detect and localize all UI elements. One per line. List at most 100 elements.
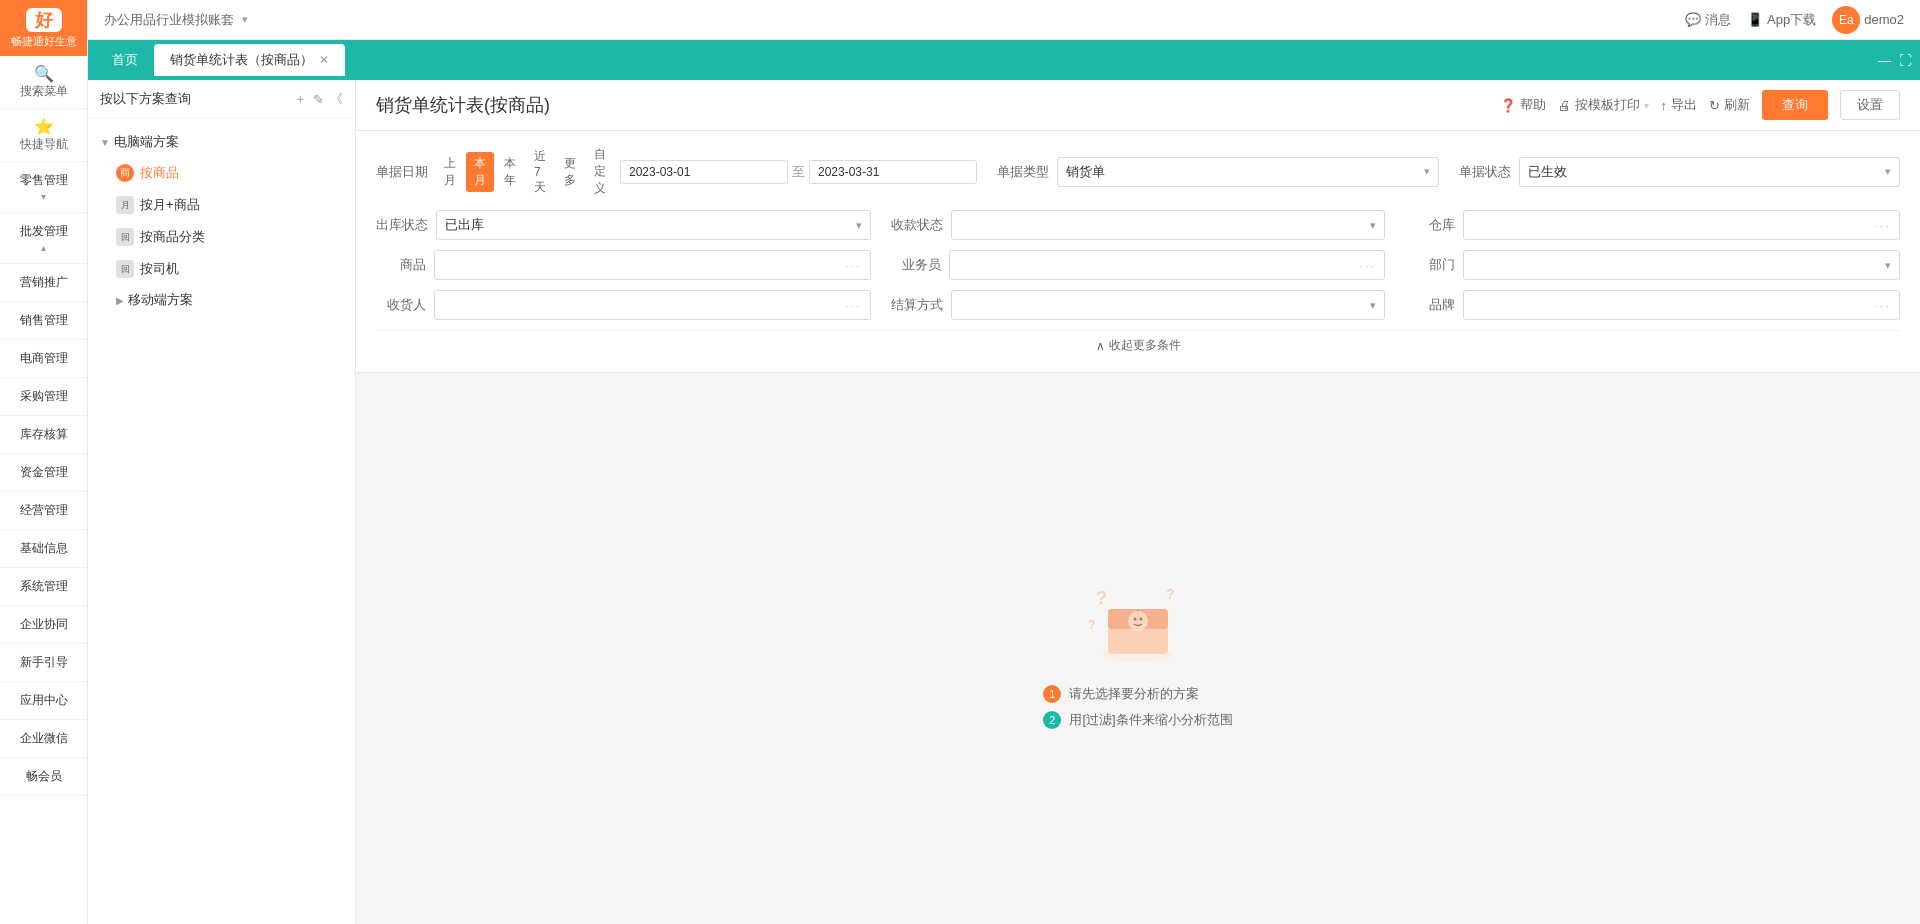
- date-tab-7days[interactable]: 近7天: [526, 145, 554, 199]
- sidebar-item-inventory[interactable]: 库存核算: [0, 416, 87, 454]
- filter-dept-field: 部门 ▾: [1405, 250, 1900, 280]
- status-control[interactable]: 已生效 ▾: [1519, 157, 1901, 187]
- template-print-btn[interactable]: 🖨 按模板打印 ▾: [1558, 96, 1649, 114]
- sidebar-item-ecommerce[interactable]: 电商管理: [0, 340, 87, 378]
- message-btn[interactable]: 💬 消息: [1685, 11, 1731, 29]
- sidebar-item-basic-info[interactable]: 基础信息: [0, 530, 87, 568]
- empty-state: ? ? ? 1 请先选择要分析的方案 2 用[过滤]条件来缩小分析范围: [356, 373, 1920, 924]
- receiver-dots: ···: [845, 298, 862, 313]
- header-right: 💬 消息 📱 App下载 Ea demo2: [1685, 6, 1904, 34]
- svg-text:?: ?: [1166, 586, 1175, 602]
- receiver-control[interactable]: ···: [434, 290, 871, 320]
- help-btn[interactable]: ❓ 帮助: [1500, 96, 1546, 114]
- tab-close-icon[interactable]: ✕: [319, 53, 329, 67]
- stock-control[interactable]: 已出库 ▾: [436, 210, 871, 240]
- goods-icon: 商: [116, 164, 134, 182]
- app-download-btn[interactable]: 📱 App下载: [1747, 11, 1816, 29]
- phone-icon: 📱: [1747, 12, 1763, 27]
- tab-home[interactable]: 首页: [96, 44, 154, 76]
- edit-icon[interactable]: ✎: [313, 92, 324, 107]
- filter-warehouse-field: 仓库 ···: [1405, 210, 1900, 240]
- date-tab-more[interactable]: 更多: [556, 152, 584, 192]
- filter-receipt-field: 收款状态 ▾: [891, 210, 1386, 240]
- search-menu-item[interactable]: 🔍 搜索菜单: [0, 56, 87, 109]
- goods-control[interactable]: ···: [434, 250, 871, 280]
- tab-bar-actions: — ⛶: [1878, 53, 1920, 68]
- query-button[interactable]: 查询: [1762, 90, 1828, 120]
- sidebar-item-marketing[interactable]: 营销推广: [0, 264, 87, 302]
- minimize-icon[interactable]: —: [1878, 53, 1891, 68]
- month-icon: 月: [116, 196, 134, 214]
- date-range-control: 上月 本月 本年 近7天 更多 自定义 至: [436, 143, 977, 200]
- message-icon: 💬: [1685, 12, 1701, 27]
- user-btn[interactable]: Ea demo2: [1832, 6, 1904, 34]
- sidebar-item-sales[interactable]: 销售管理: [0, 302, 87, 340]
- warehouse-dots: ···: [1874, 218, 1891, 233]
- brand-label: 品牌: [1405, 296, 1455, 314]
- content-area: 按以下方案查询 ＋ ✎ 《 ▼ 电脑端方案 商 按商品: [88, 80, 1920, 924]
- quick-nav-item[interactable]: ⭐ 快捷导航: [0, 109, 87, 162]
- sidebar-item-system[interactable]: 系统管理: [0, 568, 87, 606]
- sidebar-item-enterprise[interactable]: 企业协同: [0, 606, 87, 644]
- tree-group-computer: ▼ 电脑端方案 商 按商品 月 按月+商品 回 按商品分类: [88, 127, 355, 285]
- svg-text:?: ?: [1088, 618, 1095, 632]
- receiver-label: 收货人: [376, 296, 426, 314]
- sidebar-item-purchase[interactable]: 采购管理: [0, 378, 87, 416]
- avatar: Ea: [1832, 6, 1860, 34]
- brand-control[interactable]: ···: [1463, 290, 1900, 320]
- app-logo: 好 畅捷通好生意: [0, 0, 87, 56]
- settings-button[interactable]: 设置: [1840, 90, 1900, 120]
- warehouse-control[interactable]: ···: [1463, 210, 1900, 240]
- tree-item-by-category[interactable]: 回 按商品分类: [88, 221, 355, 253]
- tree-item-by-goods[interactable]: 商 按商品: [88, 157, 355, 189]
- date-tab-this-year[interactable]: 本年: [496, 152, 524, 192]
- staff-label: 业务员: [891, 256, 941, 274]
- maximize-icon[interactable]: ⛶: [1899, 53, 1912, 68]
- date-to-input[interactable]: [809, 160, 977, 184]
- sidebar-item-member[interactable]: 畅会员: [0, 758, 87, 796]
- svg-text:?: ?: [1096, 588, 1107, 608]
- tree-group-computer-header[interactable]: ▼ 电脑端方案: [88, 127, 355, 157]
- filter-payment-field: 结算方式 ▾: [891, 290, 1386, 320]
- filter-status-field: 单据状态 已生效 ▾: [1459, 157, 1901, 187]
- tree-item-by-month-goods[interactable]: 月 按月+商品: [88, 189, 355, 221]
- tree-group-mobile[interactable]: ▶ 移动端方案: [88, 285, 355, 315]
- tree-item-by-driver[interactable]: 回 按司机: [88, 253, 355, 285]
- receipt-label: 收款状态: [891, 216, 943, 234]
- filter-form: 单据日期 上月 本月 本年 近7天 更多 自定义 至: [356, 131, 1920, 373]
- date-from-input[interactable]: [620, 160, 788, 184]
- date-tab-last-month[interactable]: 上月: [436, 152, 464, 192]
- sidebar-item-wholesale[interactable]: 批发管理 ▴: [0, 213, 87, 264]
- filter-type-field: 单据类型 销货单 ▾: [997, 157, 1439, 187]
- add-icon[interactable]: ＋: [294, 90, 307, 108]
- export-btn[interactable]: ↑ 导出: [1661, 96, 1698, 114]
- collapse-icon[interactable]: 《: [330, 90, 343, 108]
- payment-control[interactable]: ▾: [951, 290, 1386, 320]
- receipt-control[interactable]: ▾: [951, 210, 1386, 240]
- type-control[interactable]: 销货单 ▾: [1057, 157, 1439, 187]
- date-tab-custom[interactable]: 自定义: [586, 143, 614, 200]
- dept-control[interactable]: ▾: [1463, 250, 1900, 280]
- industry-name: 办公用品行业模拟账套: [104, 11, 234, 29]
- goods-label: 商品: [376, 256, 426, 274]
- sidebar-item-wechat[interactable]: 企业微信: [0, 720, 87, 758]
- date-tab-this-month[interactable]: 本月: [466, 152, 494, 192]
- sidebar-item-operations[interactable]: 经营管理: [0, 492, 87, 530]
- sidebar-item-newuser[interactable]: 新手引导: [0, 644, 87, 682]
- header-left: 办公用品行业模拟账套 ▾: [104, 11, 248, 29]
- date-tabs: 上月 本月 本年 近7天 更多 自定义: [436, 143, 614, 200]
- refresh-btn[interactable]: ↻ 刷新: [1709, 96, 1750, 114]
- sidebar-item-finance[interactable]: 资金管理: [0, 454, 87, 492]
- tab-sales-report[interactable]: 销货单统计表（按商品） ✕: [154, 44, 345, 76]
- staff-dots: ···: [1360, 258, 1377, 273]
- page-title: 销货单统计表(按商品): [376, 93, 550, 117]
- staff-control[interactable]: ···: [949, 250, 1386, 280]
- svg-point-4: [1128, 611, 1148, 631]
- collapse-button[interactable]: ∧ 收起更多条件: [376, 330, 1900, 360]
- sidebar-item-appstore[interactable]: 应用中心: [0, 682, 87, 720]
- page-actions: ❓ 帮助 🖨 按模板打印 ▾ ↑ 导出 ↻ 刷新: [1500, 90, 1901, 120]
- sidebar-item-retail[interactable]: 零售管理 ▾: [0, 162, 87, 213]
- dept-label: 部门: [1405, 256, 1455, 274]
- step-num-2: 2: [1043, 711, 1061, 729]
- dropdown-icon[interactable]: ▾: [242, 13, 248, 26]
